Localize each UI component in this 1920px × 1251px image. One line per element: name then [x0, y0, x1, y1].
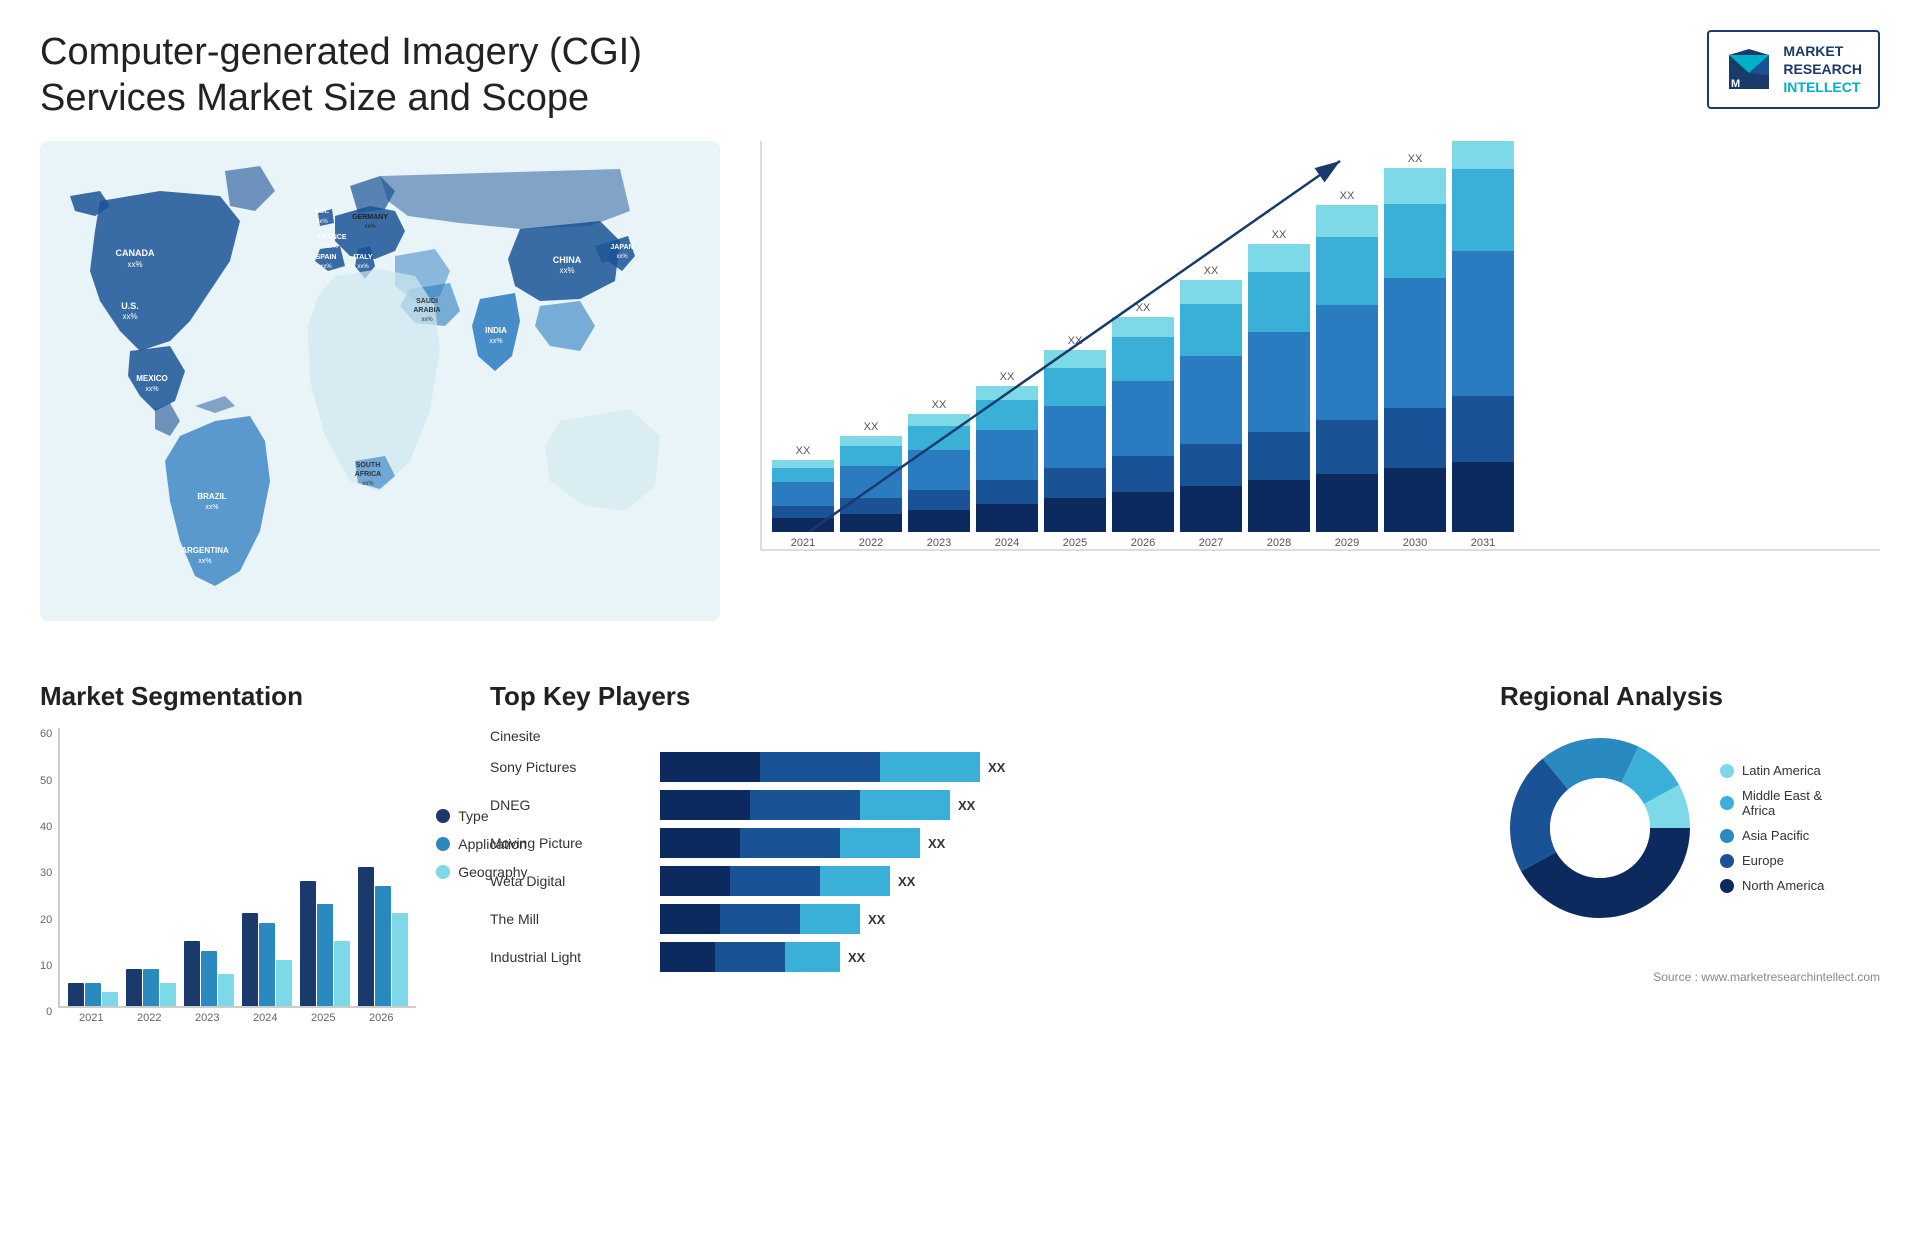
logo-icon: M — [1725, 45, 1773, 93]
regional-section: Regional Analysis — [1500, 681, 1880, 1221]
seg-bar-2026 — [358, 867, 408, 1006]
legend-latin-america: Latin America — [1720, 763, 1824, 778]
svg-text:JAPAN: JAPAN — [610, 244, 633, 251]
svg-text:xx%: xx% — [616, 254, 628, 260]
svg-text:xx%: xx% — [489, 338, 502, 345]
source-text: Source : www.marketresearchintellect.com — [1653, 970, 1880, 984]
map-section: CANADA xx% U.S. xx% MEXICO xx% BRAZIL xx… — [40, 141, 720, 661]
seg-bar-2021 — [68, 983, 118, 1006]
player-cinesite: Cinesite — [490, 728, 1470, 744]
svg-text:xx%: xx% — [364, 224, 376, 230]
svg-text:SAUDI: SAUDI — [416, 298, 438, 305]
bar-chart-section: XX 2021 XX — [750, 141, 1880, 661]
svg-text:ARGENTINA: ARGENTINA — [181, 546, 229, 555]
player-industrial-light: Industrial Light XX — [490, 942, 1470, 972]
page: Computer-generated Imagery (CGI) Service… — [0, 0, 1920, 1251]
segmentation-title: Market Segmentation — [40, 681, 460, 712]
legend-middle-east-africa: Middle East &Africa — [1720, 788, 1824, 818]
header: Computer-generated Imagery (CGI) Service… — [40, 30, 1880, 121]
stacked-bars-container: XX 2021 XX — [760, 141, 1880, 551]
svg-text:xx%: xx% — [198, 558, 211, 565]
svg-text:xx%: xx% — [362, 481, 374, 487]
bar-2026: XX 2026 — [1112, 302, 1174, 549]
svg-text:U.S.: U.S. — [121, 301, 139, 311]
svg-text:xx%: xx% — [320, 264, 332, 270]
source-area: Source : www.marketresearchintellect.com — [1500, 968, 1880, 986]
bar-2031: XX 2031 — [1452, 141, 1514, 549]
svg-text:xx%: xx% — [127, 260, 142, 269]
bar-2030: XX 2030 — [1384, 153, 1446, 549]
donut-legend: Latin America Middle East &Africa Asia P… — [1720, 763, 1824, 893]
bar-2028: XX 2028 — [1248, 229, 1310, 549]
svg-text:FRANCE: FRANCE — [317, 234, 346, 241]
player-dneg: DNEG XX — [490, 790, 1470, 820]
world-map-svg: CANADA xx% U.S. xx% MEXICO xx% BRAZIL xx… — [40, 141, 720, 621]
player-moving-picture: Moving Picture XX — [490, 828, 1470, 858]
regional-title: Regional Analysis — [1500, 681, 1880, 712]
bar-2024: XX 2024 — [976, 371, 1038, 549]
svg-text:U.K.: U.K. — [315, 208, 329, 215]
svg-text:BRAZIL: BRAZIL — [197, 492, 226, 501]
logo-text: MARKET RESEARCH INTELLECT — [1783, 42, 1862, 97]
legend-asia-pacific: Asia Pacific — [1720, 828, 1824, 843]
legend-europe: Europe — [1720, 853, 1824, 868]
svg-text:xx%: xx% — [421, 317, 433, 323]
page-title: Computer-generated Imagery (CGI) Service… — [40, 30, 740, 121]
logo-box: M MARKET RESEARCH INTELLECT — [1707, 30, 1880, 109]
player-weta: Weta Digital XX — [490, 866, 1470, 896]
seg-bar-2025 — [300, 881, 350, 1006]
svg-text:xx%: xx% — [122, 312, 137, 321]
svg-text:SPAIN: SPAIN — [316, 254, 337, 261]
svg-text:xx%: xx% — [559, 266, 574, 275]
bar-2025: XX 2025 — [1044, 335, 1106, 549]
seg-bar-2024 — [242, 913, 292, 1006]
svg-text:INDIA: INDIA — [485, 326, 507, 335]
logo-area: M MARKET RESEARCH INTELLECT — [1707, 30, 1880, 109]
svg-text:xx%: xx% — [326, 244, 338, 250]
seg-bar-2023 — [184, 941, 234, 1006]
svg-text:SOUTH: SOUTH — [356, 462, 381, 469]
legend-north-america: North America — [1720, 878, 1824, 893]
svg-text:xx%: xx% — [316, 219, 328, 225]
seg-bar-2022 — [126, 969, 176, 1006]
donut-area: Latin America Middle East &Africa Asia P… — [1500, 728, 1880, 928]
svg-text:AFRICA: AFRICA — [355, 471, 381, 478]
svg-text:M: M — [1731, 78, 1740, 90]
bar-2023: XX 2023 — [908, 399, 970, 549]
bar-2022: XX 2022 — [840, 421, 902, 549]
svg-text:xx%: xx% — [145, 386, 158, 393]
world-map: CANADA xx% U.S. xx% MEXICO xx% BRAZIL xx… — [40, 141, 720, 621]
svg-text:ITALY: ITALY — [353, 254, 372, 261]
players-list: Cinesite Sony Pictures XX — [490, 728, 1470, 972]
svg-text:xx%: xx% — [205, 504, 218, 511]
players-section: Top Key Players Cinesite Sony Pictures — [490, 681, 1470, 1221]
svg-text:MEXICO: MEXICO — [136, 374, 168, 383]
bar-2029: XX 2029 — [1316, 190, 1378, 549]
player-the-mill: The Mill XX — [490, 904, 1470, 934]
segmentation-section: Market Segmentation 60 50 40 30 20 10 0 — [40, 681, 460, 1221]
svg-text:ARABIA: ARABIA — [413, 307, 440, 314]
svg-text:GERMANY: GERMANY — [352, 214, 388, 221]
player-sony: Sony Pictures XX — [490, 752, 1470, 782]
bar-2027: XX 2027 — [1180, 265, 1242, 549]
svg-text:CANADA: CANADA — [116, 248, 155, 258]
svg-text:CHINA: CHINA — [553, 255, 582, 265]
donut-chart — [1500, 728, 1700, 928]
svg-text:xx%: xx% — [357, 264, 369, 270]
players-title: Top Key Players — [490, 681, 1470, 712]
bar-2021: XX 2021 — [772, 445, 834, 549]
